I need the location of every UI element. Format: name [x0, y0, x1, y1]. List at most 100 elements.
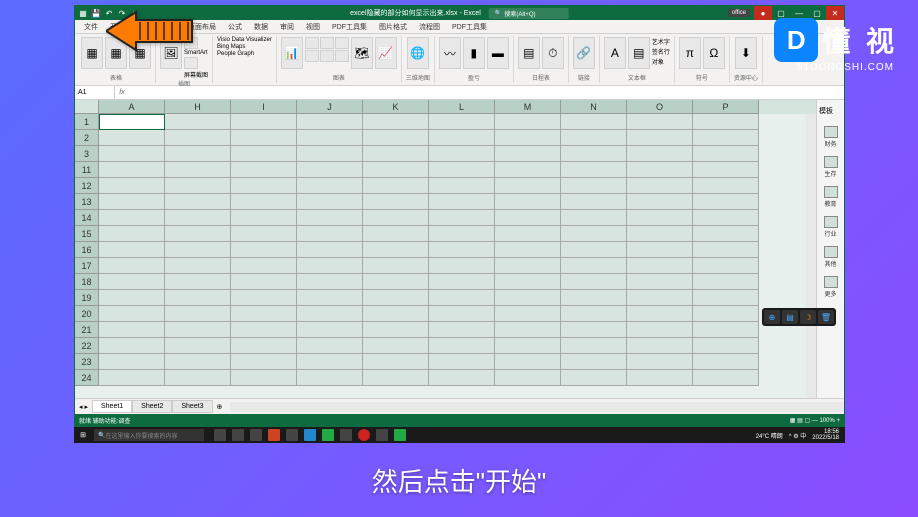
- cell[interactable]: [99, 114, 165, 130]
- cell[interactable]: [231, 114, 297, 130]
- cell[interactable]: [495, 258, 561, 274]
- tab-insert[interactable]: 插入: [130, 20, 156, 33]
- resource-icon[interactable]: ⬇: [735, 37, 757, 69]
- symbol-icon[interactable]: Ω: [703, 37, 725, 69]
- name-box[interactable]: A1: [75, 86, 115, 99]
- redo-icon[interactable]: ↷: [117, 8, 127, 18]
- tab-pagelayout[interactable]: 页面布局: [182, 20, 222, 33]
- col-header[interactable]: N: [561, 100, 627, 114]
- cell[interactable]: [99, 290, 165, 306]
- cell[interactable]: [363, 178, 429, 194]
- cell[interactable]: [429, 322, 495, 338]
- cell[interactable]: [561, 130, 627, 146]
- cell[interactable]: [561, 162, 627, 178]
- cell[interactable]: [99, 130, 165, 146]
- cell[interactable]: [165, 370, 231, 386]
- cell[interactable]: [627, 306, 693, 322]
- cell[interactable]: [363, 354, 429, 370]
- people-label[interactable]: People Graph: [217, 51, 272, 57]
- cell[interactable]: [297, 162, 363, 178]
- cell[interactable]: [429, 306, 495, 322]
- cell[interactable]: [693, 210, 759, 226]
- col-header[interactable]: K: [363, 100, 429, 114]
- cell[interactable]: [297, 338, 363, 354]
- tab-flowchart[interactable]: 流程图: [413, 20, 446, 33]
- cell[interactable]: [693, 354, 759, 370]
- cell[interactable]: [165, 354, 231, 370]
- cell[interactable]: [495, 146, 561, 162]
- cell[interactable]: [363, 274, 429, 290]
- row-header[interactable]: 21: [75, 322, 99, 338]
- cell[interactable]: [99, 226, 165, 242]
- cell[interactable]: [363, 210, 429, 226]
- cell[interactable]: [495, 338, 561, 354]
- cell[interactable]: [429, 338, 495, 354]
- cell[interactable]: [297, 258, 363, 274]
- row-header[interactable]: 17: [75, 258, 99, 274]
- cell[interactable]: [231, 242, 297, 258]
- cell[interactable]: [495, 242, 561, 258]
- weather[interactable]: 24°C 晴朗: [756, 431, 783, 440]
- cell[interactable]: [693, 130, 759, 146]
- panel-item[interactable]: 教育: [824, 186, 838, 208]
- cell[interactable]: [297, 322, 363, 338]
- cell[interactable]: [627, 146, 693, 162]
- cell[interactable]: [429, 226, 495, 242]
- cell[interactable]: [363, 162, 429, 178]
- col-header[interactable]: M: [495, 100, 561, 114]
- row-header[interactable]: 11: [75, 162, 99, 178]
- cell[interactable]: [99, 274, 165, 290]
- scrollbar-horizontal[interactable]: [230, 402, 844, 412]
- cell[interactable]: [231, 274, 297, 290]
- float-add-icon[interactable]: ⊕: [764, 310, 780, 324]
- cell[interactable]: [99, 370, 165, 386]
- equation-icon[interactable]: π: [679, 37, 701, 69]
- cell[interactable]: [297, 146, 363, 162]
- cell[interactable]: [627, 322, 693, 338]
- cell[interactable]: [363, 146, 429, 162]
- pictures-icon[interactable]: 🖼: [160, 37, 182, 69]
- cell[interactable]: [693, 338, 759, 354]
- cell[interactable]: [561, 322, 627, 338]
- cell[interactable]: [495, 130, 561, 146]
- cell[interactable]: [627, 338, 693, 354]
- sparkline-column-icon[interactable]: ▮: [463, 37, 485, 69]
- cell[interactable]: [429, 130, 495, 146]
- cell[interactable]: [561, 338, 627, 354]
- headerfooter-icon[interactable]: ▤: [628, 37, 650, 69]
- task-icon[interactable]: [376, 429, 388, 441]
- cell[interactable]: [231, 322, 297, 338]
- slicer-icon[interactable]: ▤: [518, 37, 540, 69]
- cell[interactable]: [693, 226, 759, 242]
- cell[interactable]: [561, 194, 627, 210]
- cell[interactable]: [297, 370, 363, 386]
- cell[interactable]: [231, 370, 297, 386]
- pivot-table-icon[interactable]: ▦: [81, 37, 103, 69]
- cell[interactable]: [297, 274, 363, 290]
- select-all-corner[interactable]: [75, 100, 99, 114]
- sheet-tab[interactable]: Sheet1: [92, 400, 132, 413]
- visio-label[interactable]: Visio Data Visualizer: [217, 37, 272, 43]
- col-header[interactable]: I: [231, 100, 297, 114]
- cell[interactable]: [693, 178, 759, 194]
- cell[interactable]: [693, 370, 759, 386]
- account-icon[interactable]: ●: [754, 6, 772, 20]
- recommended-charts-icon[interactable]: 📊: [281, 37, 303, 69]
- row-header[interactable]: 24: [75, 370, 99, 386]
- cell[interactable]: [627, 274, 693, 290]
- cell[interactable]: [165, 306, 231, 322]
- chart-type-icon[interactable]: [305, 37, 319, 49]
- table-icon[interactable]: ▦: [129, 37, 151, 69]
- cell[interactable]: [495, 322, 561, 338]
- task-icon[interactable]: [232, 429, 244, 441]
- cell[interactable]: [99, 338, 165, 354]
- cell[interactable]: [165, 162, 231, 178]
- cell[interactable]: [429, 210, 495, 226]
- cell[interactable]: [429, 258, 495, 274]
- cell[interactable]: [627, 194, 693, 210]
- cell[interactable]: [561, 274, 627, 290]
- task-icon[interactable]: [286, 429, 298, 441]
- cell[interactable]: [693, 290, 759, 306]
- cell[interactable]: [165, 274, 231, 290]
- cell[interactable]: [627, 130, 693, 146]
